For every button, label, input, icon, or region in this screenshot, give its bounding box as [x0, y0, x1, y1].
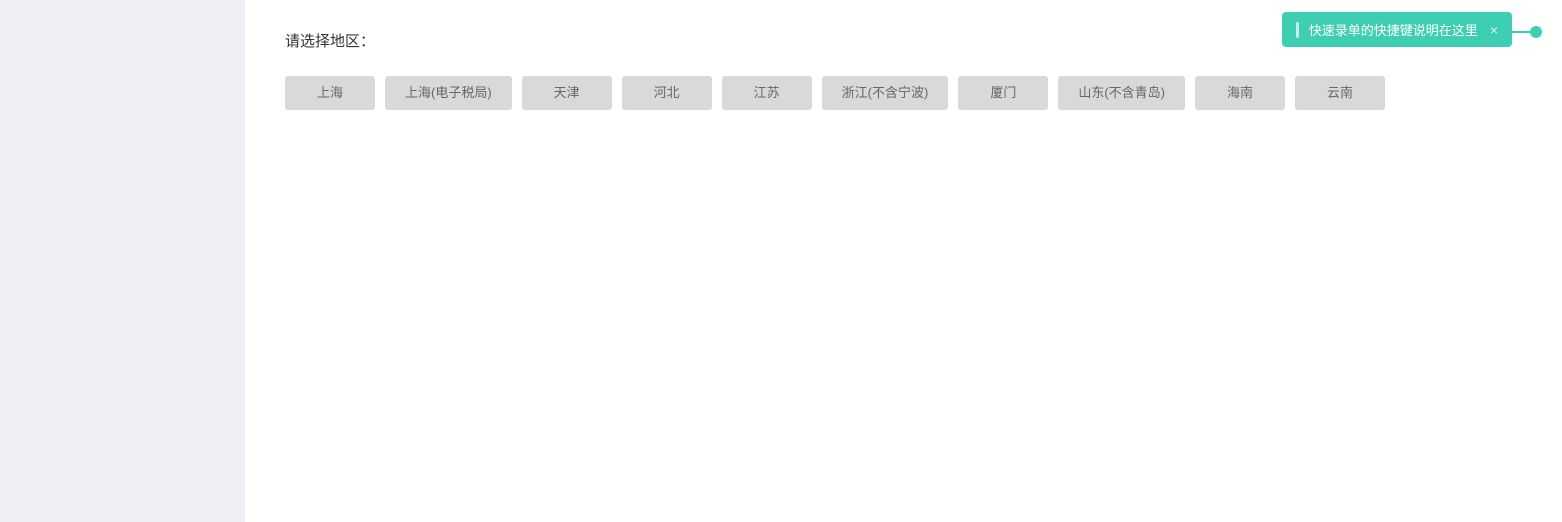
tooltip-bar: 快速录单的快捷键说明在这里 × [1282, 12, 1512, 47]
region-button[interactable]: 上海(电子税局) [385, 76, 512, 110]
region-button[interactable]: 厦门 [958, 76, 1048, 110]
sidebar [0, 0, 245, 522]
tooltip-dot [1530, 26, 1542, 38]
region-button[interactable]: 江苏 [722, 76, 812, 110]
region-button[interactable]: 云南 [1295, 76, 1385, 110]
tooltip-text: 快速录单的快捷键说明在这里 [1309, 20, 1478, 39]
region-button[interactable]: 上海 [285, 76, 375, 110]
region-button[interactable]: 河北 [622, 76, 712, 110]
region-button[interactable]: 浙江(不含宁波) [822, 76, 949, 110]
main-content: 请选择地区： 上海上海(电子税局)天津河北江苏浙江(不含宁波)厦门山东(不含青岛… [245, 0, 1562, 522]
tooltip-line [1512, 31, 1530, 33]
tooltip-close-button[interactable]: × [1490, 22, 1498, 38]
region-button[interactable]: 天津 [522, 76, 612, 110]
region-grid: 上海上海(电子税局) 天津河北江苏浙江(不含宁波) 厦门山东(不含青岛) 海南云南 [285, 76, 1522, 110]
region-button[interactable]: 海南 [1195, 76, 1285, 110]
region-button[interactable]: 山东(不含青岛) [1058, 76, 1185, 110]
